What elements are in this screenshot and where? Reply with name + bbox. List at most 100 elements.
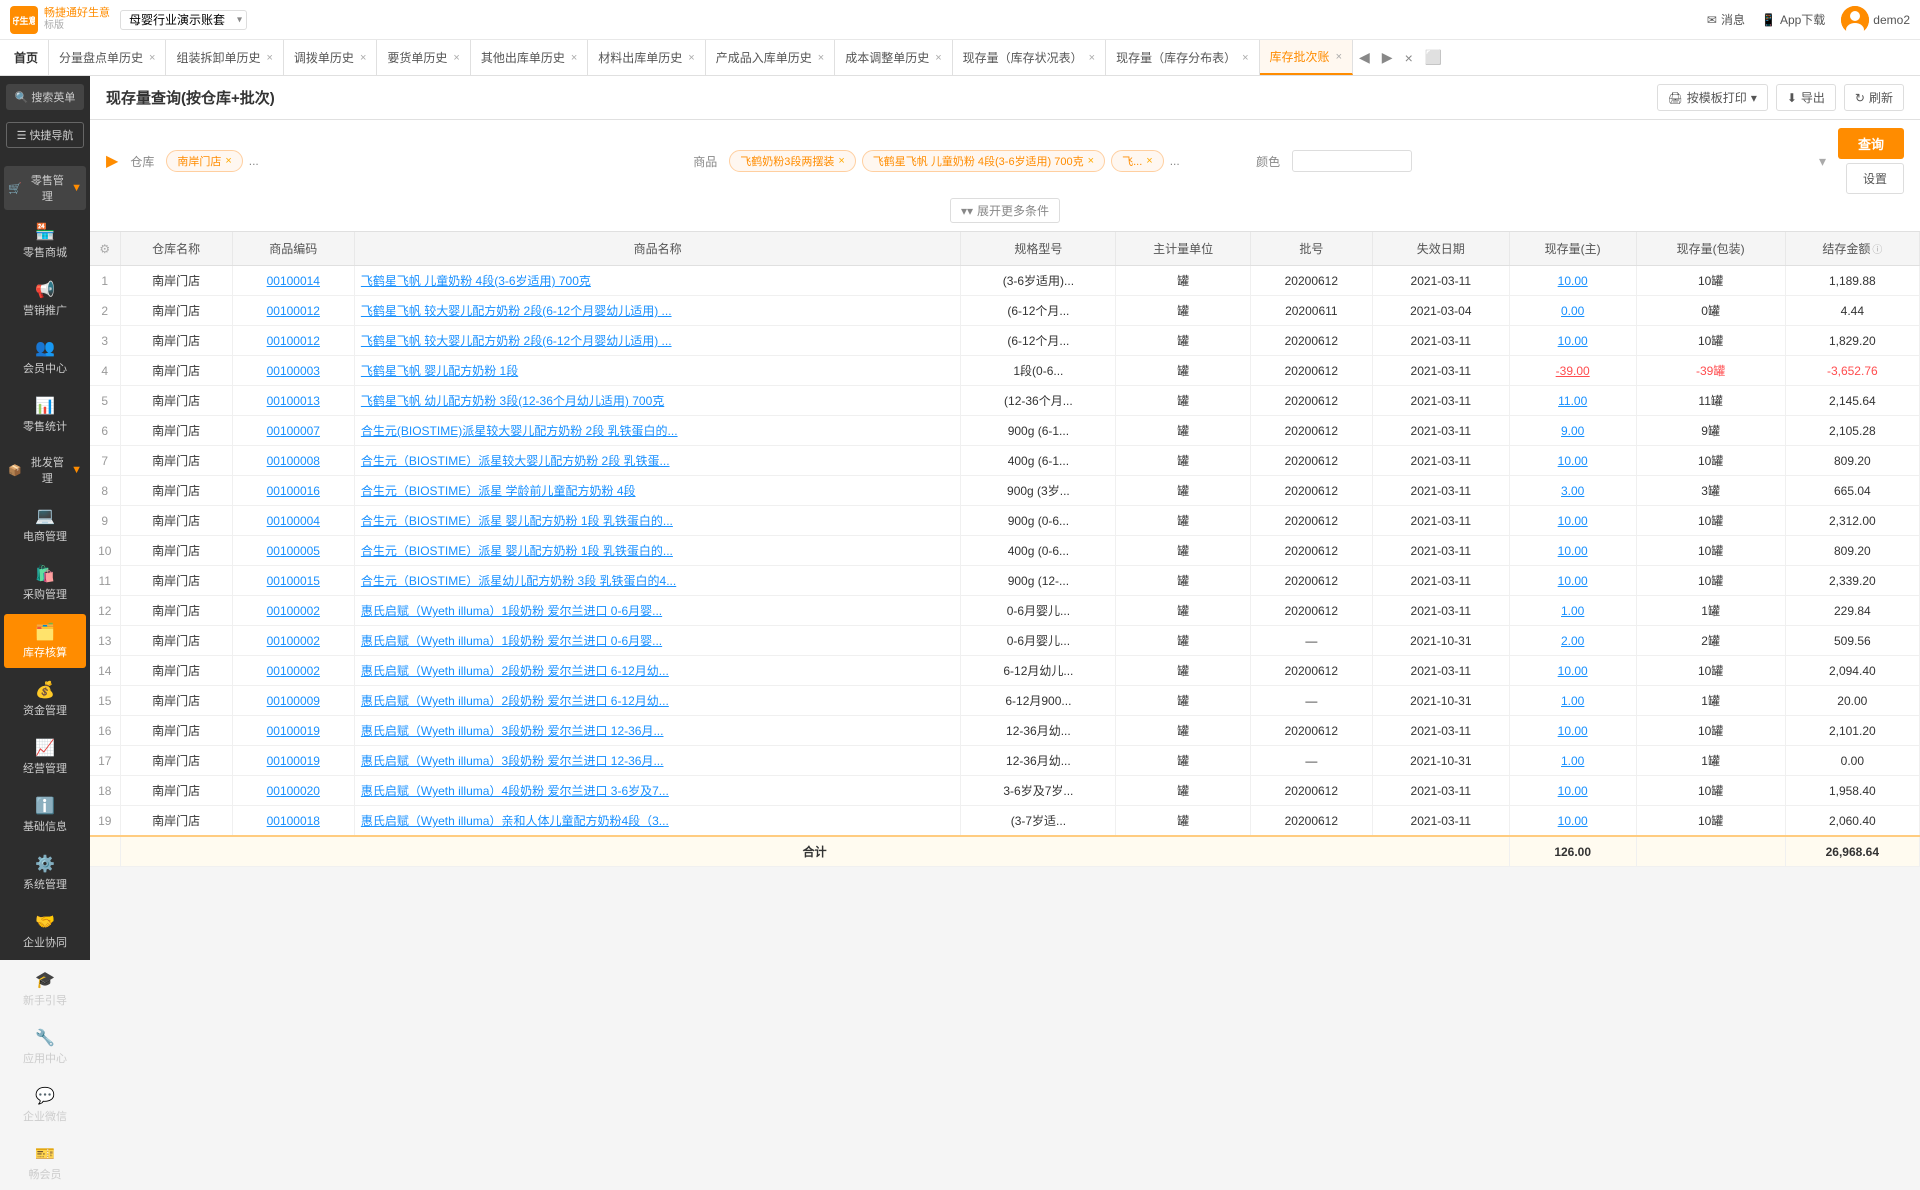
sidebar-item-wholesale[interactable]: 📦 批发管理 ▼ bbox=[4, 446, 86, 494]
cell-stock-main[interactable]: 10.00 bbox=[1509, 716, 1636, 746]
sidebar-item-retail-stats[interactable]: 📊零售统计 bbox=[4, 388, 86, 442]
cell-stock-main[interactable]: 1.00 bbox=[1509, 746, 1636, 776]
cell-stock-main[interactable]: 10.00 bbox=[1509, 806, 1636, 837]
cell-code[interactable]: 00100004 bbox=[232, 506, 354, 536]
export-button[interactable]: ⬇ 导出 bbox=[1776, 84, 1836, 111]
color-input[interactable] bbox=[1292, 150, 1412, 172]
warehouse-more[interactable]: ... bbox=[249, 154, 259, 168]
tab-close-8[interactable]: × bbox=[935, 52, 941, 64]
quick-nav-button[interactable]: ☰ 快捷导航 bbox=[6, 122, 84, 148]
cell-stock-main[interactable]: 10.00 bbox=[1509, 656, 1636, 686]
cell-name[interactable]: 合生元（BIOSTIME）派星幼儿配方奶粉 3段 乳铁蛋白的4... bbox=[354, 566, 960, 596]
cell-code[interactable]: 00100002 bbox=[232, 656, 354, 686]
tab-4[interactable]: 要货单历史 × bbox=[377, 40, 470, 75]
tab-close-9[interactable]: × bbox=[1089, 52, 1095, 64]
cell-code[interactable]: 00100019 bbox=[232, 716, 354, 746]
cell-name[interactable]: 惠氏启赋（Wyeth illuma）3段奶粉 爱尔兰进口 12-36月... bbox=[354, 746, 960, 776]
cell-stock-main[interactable]: 11.00 bbox=[1509, 386, 1636, 416]
tab-close-2[interactable]: × bbox=[266, 52, 272, 64]
warehouse-tag-nanan[interactable]: 南岸门店 × bbox=[166, 150, 242, 172]
product-more[interactable]: ... bbox=[1170, 154, 1180, 168]
cell-name[interactable]: 合生元（BIOSTIME）派星 婴儿配方奶粉 1段 乳铁蛋白的... bbox=[354, 536, 960, 566]
product-tag-3-close[interactable]: × bbox=[1146, 155, 1152, 167]
download-button[interactable]: 📱 App下载 bbox=[1761, 11, 1825, 28]
sidebar-item-marketing[interactable]: 📢营销推广 bbox=[4, 272, 86, 326]
sidebar-item-inventory[interactable]: 🗂️库存核算 bbox=[4, 614, 86, 668]
tab-2[interactable]: 组装拆卸单历史 × bbox=[166, 40, 283, 75]
tab-close-4[interactable]: × bbox=[453, 52, 459, 64]
cell-code[interactable]: 00100002 bbox=[232, 596, 354, 626]
cell-name[interactable]: 飞鹤星飞帆 幼儿配方奶粉 3段(12-36个月幼儿适用) 700克 bbox=[354, 386, 960, 416]
tab-8[interactable]: 成本调整单历史 × bbox=[835, 40, 952, 75]
setting-button[interactable]: 设置 bbox=[1846, 163, 1904, 194]
cell-code[interactable]: 00100013 bbox=[232, 386, 354, 416]
refresh-button[interactable]: ↻ 刷新 bbox=[1844, 84, 1904, 111]
sidebar-item-basic[interactable]: ℹ️基础信息 bbox=[4, 788, 86, 842]
cell-stock-main[interactable]: 1.00 bbox=[1509, 686, 1636, 716]
warehouse-tag-close[interactable]: × bbox=[225, 155, 231, 167]
product-tag-2-close[interactable]: × bbox=[1088, 155, 1094, 167]
sidebar-item-operation[interactable]: 📈经营管理 bbox=[4, 730, 86, 784]
cell-name[interactable]: 惠氏启赋（Wyeth illuma）2段奶粉 爱尔兰进口 6-12月幼... bbox=[354, 656, 960, 686]
sidebar-item-purchase[interactable]: 🛍️采购管理 bbox=[4, 556, 86, 610]
tab-close-7[interactable]: × bbox=[818, 52, 824, 64]
sidebar-item-retail-mall[interactable]: 🏪零售商城 bbox=[4, 214, 86, 268]
sidebar-item-collab[interactable]: 🤝企业协同 bbox=[4, 904, 86, 958]
product-tag-3[interactable]: 飞... × bbox=[1111, 150, 1164, 172]
cell-code[interactable]: 00100015 bbox=[232, 566, 354, 596]
cell-code[interactable]: 00100007 bbox=[232, 416, 354, 446]
tab-maximize[interactable]: ⬜ bbox=[1419, 49, 1448, 66]
cell-code[interactable]: 00100018 bbox=[232, 806, 354, 837]
query-button[interactable]: 查询 bbox=[1838, 128, 1904, 159]
tab-9[interactable]: 现存量（库存状况表） × bbox=[953, 40, 1106, 75]
cell-code[interactable]: 00100003 bbox=[232, 356, 354, 386]
cell-name[interactable]: 合生元（BIOSTIME）派星较大婴儿配方奶粉 2段 乳铁蛋... bbox=[354, 446, 960, 476]
breadcrumb-select-wrapper[interactable]: 母婴行业演示账套 bbox=[120, 10, 247, 30]
cell-name[interactable]: 惠氏启赋（Wyeth illuma）4段奶粉 爱尔兰进口 3-6岁及7... bbox=[354, 776, 960, 806]
cell-stock-main[interactable]: -39.00 bbox=[1509, 356, 1636, 386]
cell-name[interactable]: 惠氏启赋（Wyeth illuma）3段奶粉 爱尔兰进口 12-36月... bbox=[354, 716, 960, 746]
cell-code[interactable]: 00100014 bbox=[232, 266, 354, 296]
product-tag-2[interactable]: 飞鹤星飞帆 儿童奶粉 4段(3-6岁适用) 700克 × bbox=[862, 150, 1105, 172]
product-tag-1-close[interactable]: × bbox=[838, 155, 844, 167]
cell-stock-main[interactable]: 10.00 bbox=[1509, 446, 1636, 476]
cell-name[interactable]: 惠氏启赋（Wyeth illuma）2段奶粉 爱尔兰进口 6-12月幼... bbox=[354, 686, 960, 716]
sidebar-item-apps[interactable]: 🔧应用中心 bbox=[4, 1020, 86, 1074]
sidebar-item-system[interactable]: ⚙️系统管理 bbox=[4, 846, 86, 900]
cell-name[interactable]: 惠氏启赋（Wyeth illuma）1段奶粉 爱尔兰进口 0-6月婴... bbox=[354, 596, 960, 626]
tab-close-all[interactable]: × bbox=[1399, 50, 1419, 66]
tab-close-11[interactable]: × bbox=[1336, 51, 1342, 63]
sidebar-item-wechat[interactable]: 💬企业微信 bbox=[4, 1078, 86, 1132]
cell-name[interactable]: 飞鹤星飞帆 较大婴儿配方奶粉 2段(6-12个月婴幼儿适用) ... bbox=[354, 296, 960, 326]
tab-home[interactable]: 首页 bbox=[4, 40, 49, 75]
cell-name[interactable]: 飞鹤星飞帆 较大婴儿配方奶粉 2段(6-12个月婴幼儿适用) ... bbox=[354, 326, 960, 356]
tab-3[interactable]: 调拨单历史 × bbox=[284, 40, 377, 75]
expand-conditions-button[interactable]: ▾▾ 展开更多条件 bbox=[950, 198, 1060, 223]
amount-info-icon[interactable]: ⓘ bbox=[1872, 245, 1882, 256]
tab-7[interactable]: 产成品入库单历史 × bbox=[706, 40, 835, 75]
tab-6[interactable]: 材料出库单历史 × bbox=[588, 40, 705, 75]
tab-nav-next[interactable]: ▶ bbox=[1376, 49, 1399, 66]
cell-stock-main[interactable]: 9.00 bbox=[1509, 416, 1636, 446]
tab-1[interactable]: 分量盘点单历史 × bbox=[49, 40, 166, 75]
tab-5[interactable]: 其他出库单历史 × bbox=[471, 40, 588, 75]
tab-10[interactable]: 现存量（库存分布表） × bbox=[1106, 40, 1259, 75]
cell-stock-main[interactable]: 10.00 bbox=[1509, 266, 1636, 296]
cell-stock-main[interactable]: 10.00 bbox=[1509, 536, 1636, 566]
expand-toggle[interactable]: ▶ bbox=[106, 151, 118, 171]
message-button[interactable]: ✉ 消息 bbox=[1707, 11, 1745, 28]
breadcrumb-select[interactable]: 母婴行业演示账套 bbox=[120, 10, 247, 30]
cell-name[interactable]: 飞鹤星飞帆 婴儿配方奶粉 1段 bbox=[354, 356, 960, 386]
cell-name[interactable]: 飞鹤星飞帆 儿童奶粉 4段(3-6岁适用) 700克 bbox=[354, 266, 960, 296]
cell-name[interactable]: 惠氏启赋（Wyeth illuma）1段奶粉 爱尔兰进口 0-6月婴... bbox=[354, 626, 960, 656]
filter-dropdown-icon[interactable]: ▾ bbox=[1819, 153, 1826, 170]
product-tag-1[interactable]: 飞鹤奶粉3段两摆装 × bbox=[729, 150, 856, 172]
cell-stock-main[interactable]: 10.00 bbox=[1509, 506, 1636, 536]
user-avatar-area[interactable]: demo2 bbox=[1841, 6, 1910, 34]
cell-name[interactable]: 惠氏启赋（Wyeth illuma）亲和人体儿童配方奶粉4段（3... bbox=[354, 806, 960, 837]
tab-close-3[interactable]: × bbox=[360, 52, 366, 64]
print-button[interactable]: 🖨 按模板打印 ▾ bbox=[1657, 84, 1768, 111]
tab-nav-prev[interactable]: ◀ bbox=[1353, 49, 1376, 66]
sidebar-item-member-service[interactable]: 🎫畅会员 bbox=[4, 1136, 86, 1190]
search-button[interactable]: 🔍 搜索英单 bbox=[6, 84, 84, 110]
